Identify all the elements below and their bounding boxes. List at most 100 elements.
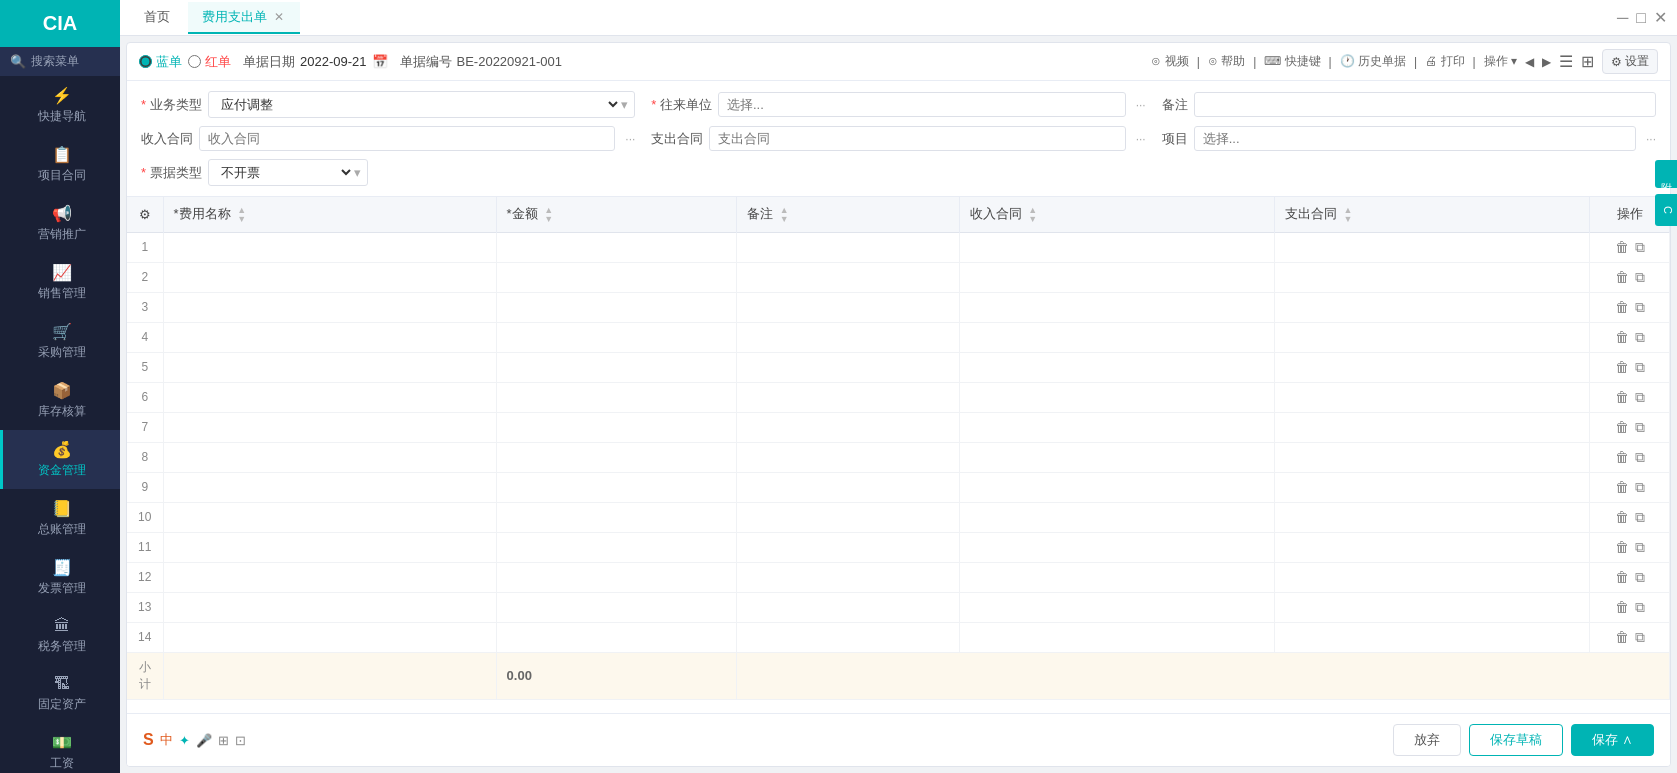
invoice-type-select[interactable]: 不开票 [209,160,354,185]
row-remark[interactable] [737,502,960,532]
row-expense-name[interactable] [163,262,496,292]
row-amount[interactable] [496,292,737,322]
row-expense-contract[interactable] [1274,262,1589,292]
minimize-icon[interactable]: ─ [1617,9,1628,27]
income-contract-more[interactable]: ··· [625,132,635,146]
col-income-contract[interactable]: 收入合同 ▲▼ [959,197,1274,232]
row-expense-name[interactable] [163,382,496,412]
project-input[interactable] [1194,126,1636,151]
row-remark[interactable] [737,442,960,472]
col-expense-contract[interactable]: 支出合同 ▲▼ [1274,197,1589,232]
row-copy-icon[interactable]: ⧉ [1635,269,1645,286]
sidebar-item-accounting[interactable]: 📒 总账管理 [0,489,120,548]
sidebar-item-invoice[interactable]: 🧾 发票管理 [0,548,120,607]
row-amount[interactable] [496,472,737,502]
row-amount[interactable] [496,502,737,532]
row-amount[interactable] [496,412,737,442]
row-copy-icon[interactable]: ⧉ [1635,419,1645,436]
red-bill-radio[interactable]: 红单 [188,53,231,71]
row-delete-icon[interactable]: 🗑 [1615,479,1629,495]
row-remark[interactable] [737,232,960,262]
row-remark[interactable] [737,352,960,382]
row-expense-name[interactable] [163,592,496,622]
tab-home[interactable]: 首页 [130,2,184,34]
sidebar-item-marketing[interactable]: 📢 营销推广 [0,194,120,253]
right-float-c[interactable]: C [1655,194,1677,226]
help-btn[interactable]: ⊙ 帮助 [1208,53,1245,70]
row-copy-icon[interactable]: ⧉ [1635,359,1645,376]
row-copy-icon[interactable]: ⧉ [1635,299,1645,316]
date-value[interactable]: 2022-09-21 [300,54,367,69]
sidebar-search[interactable]: 🔍 搜索菜单 [0,47,120,76]
row-copy-icon[interactable]: ⧉ [1635,239,1645,256]
row-income-contract[interactable] [959,532,1274,562]
remark-input[interactable] [1194,92,1656,117]
row-delete-icon[interactable]: 🗑 [1615,329,1629,345]
row-remark[interactable] [737,382,960,412]
row-expense-name[interactable] [163,352,496,382]
blue-bill-radio[interactable]: 蓝单 [139,53,182,71]
sidebar-item-quick-nav[interactable]: ⚡ 快捷导航 [0,76,120,135]
row-delete-icon[interactable]: 🗑 [1615,449,1629,465]
row-delete-icon[interactable]: 🗑 [1615,599,1629,615]
row-income-contract[interactable] [959,442,1274,472]
sidebar-item-project-contract[interactable]: 📋 项目合同 [0,135,120,194]
row-remark[interactable] [737,532,960,562]
business-type-select[interactable]: 应付调整 [209,92,622,117]
row-expense-contract[interactable] [1274,382,1589,412]
row-copy-icon[interactable]: ⧉ [1635,569,1645,586]
expense-contract-more[interactable]: ··· [1136,132,1146,146]
row-copy-icon[interactable]: ⧉ [1635,599,1645,616]
row-amount[interactable] [496,622,737,652]
row-expense-name[interactable] [163,292,496,322]
row-amount[interactable] [496,592,737,622]
row-expense-name[interactable] [163,622,496,652]
row-remark[interactable] [737,472,960,502]
row-expense-name[interactable] [163,532,496,562]
save-draft-btn[interactable]: 保存草稿 [1469,724,1563,756]
sidebar-item-funds[interactable]: 💰 资金管理 [0,430,120,489]
video-btn[interactable]: ⊙ 视频 [1151,53,1188,70]
project-more[interactable]: ··· [1646,132,1656,146]
row-delete-icon[interactable]: 🗑 [1615,569,1629,585]
col-config[interactable]: ⚙ [127,197,163,232]
row-delete-icon[interactable]: 🗑 [1615,269,1629,285]
sidebar-item-purchase[interactable]: 🛒 采购管理 [0,312,120,371]
row-expense-contract[interactable] [1274,562,1589,592]
row-expense-name[interactable] [163,472,496,502]
row-expense-contract[interactable] [1274,412,1589,442]
row-income-contract[interactable] [959,322,1274,352]
row-delete-icon[interactable]: 🗑 [1615,359,1629,375]
row-copy-icon[interactable]: ⧉ [1635,509,1645,526]
business-type-select-wrap[interactable]: 应付调整 ▾ [208,91,636,118]
col-remark[interactable]: 备注 ▲▼ [737,197,960,232]
row-remark[interactable] [737,592,960,622]
sidebar-item-sales[interactable]: 📈 销售管理 [0,253,120,312]
row-remark[interactable] [737,322,960,352]
row-income-contract[interactable] [959,232,1274,262]
row-copy-icon[interactable]: ⧉ [1635,629,1645,646]
row-amount[interactable] [496,232,737,262]
ops-btn[interactable]: 操作 ▾ [1484,53,1517,70]
expense-contract-input[interactable] [709,126,1125,151]
row-expense-contract[interactable] [1274,592,1589,622]
sidebar-logo[interactable]: CIA [0,0,120,47]
invoice-type-select-wrap[interactable]: 不开票 ▾ [208,159,368,186]
row-amount[interactable] [496,262,737,292]
save-btn[interactable]: 保存 ∧ [1571,724,1654,756]
row-income-contract[interactable] [959,592,1274,622]
sidebar-item-salary[interactable]: 💵 工资 [0,723,120,773]
tab-expense-close[interactable]: ✕ [272,10,286,24]
settings-btn[interactable]: ⚙ 设置 [1602,49,1658,74]
row-expense-name[interactable] [163,412,496,442]
row-expense-contract[interactable] [1274,472,1589,502]
row-copy-icon[interactable]: ⧉ [1635,539,1645,556]
row-delete-icon[interactable]: 🗑 [1615,299,1629,315]
row-delete-icon[interactable]: 🗑 [1615,539,1629,555]
row-remark[interactable] [737,622,960,652]
row-income-contract[interactable] [959,562,1274,592]
row-expense-contract[interactable] [1274,292,1589,322]
row-delete-icon[interactable]: 🗑 [1615,389,1629,405]
counterparty-more[interactable]: ··· [1136,98,1146,112]
row-income-contract[interactable] [959,292,1274,322]
